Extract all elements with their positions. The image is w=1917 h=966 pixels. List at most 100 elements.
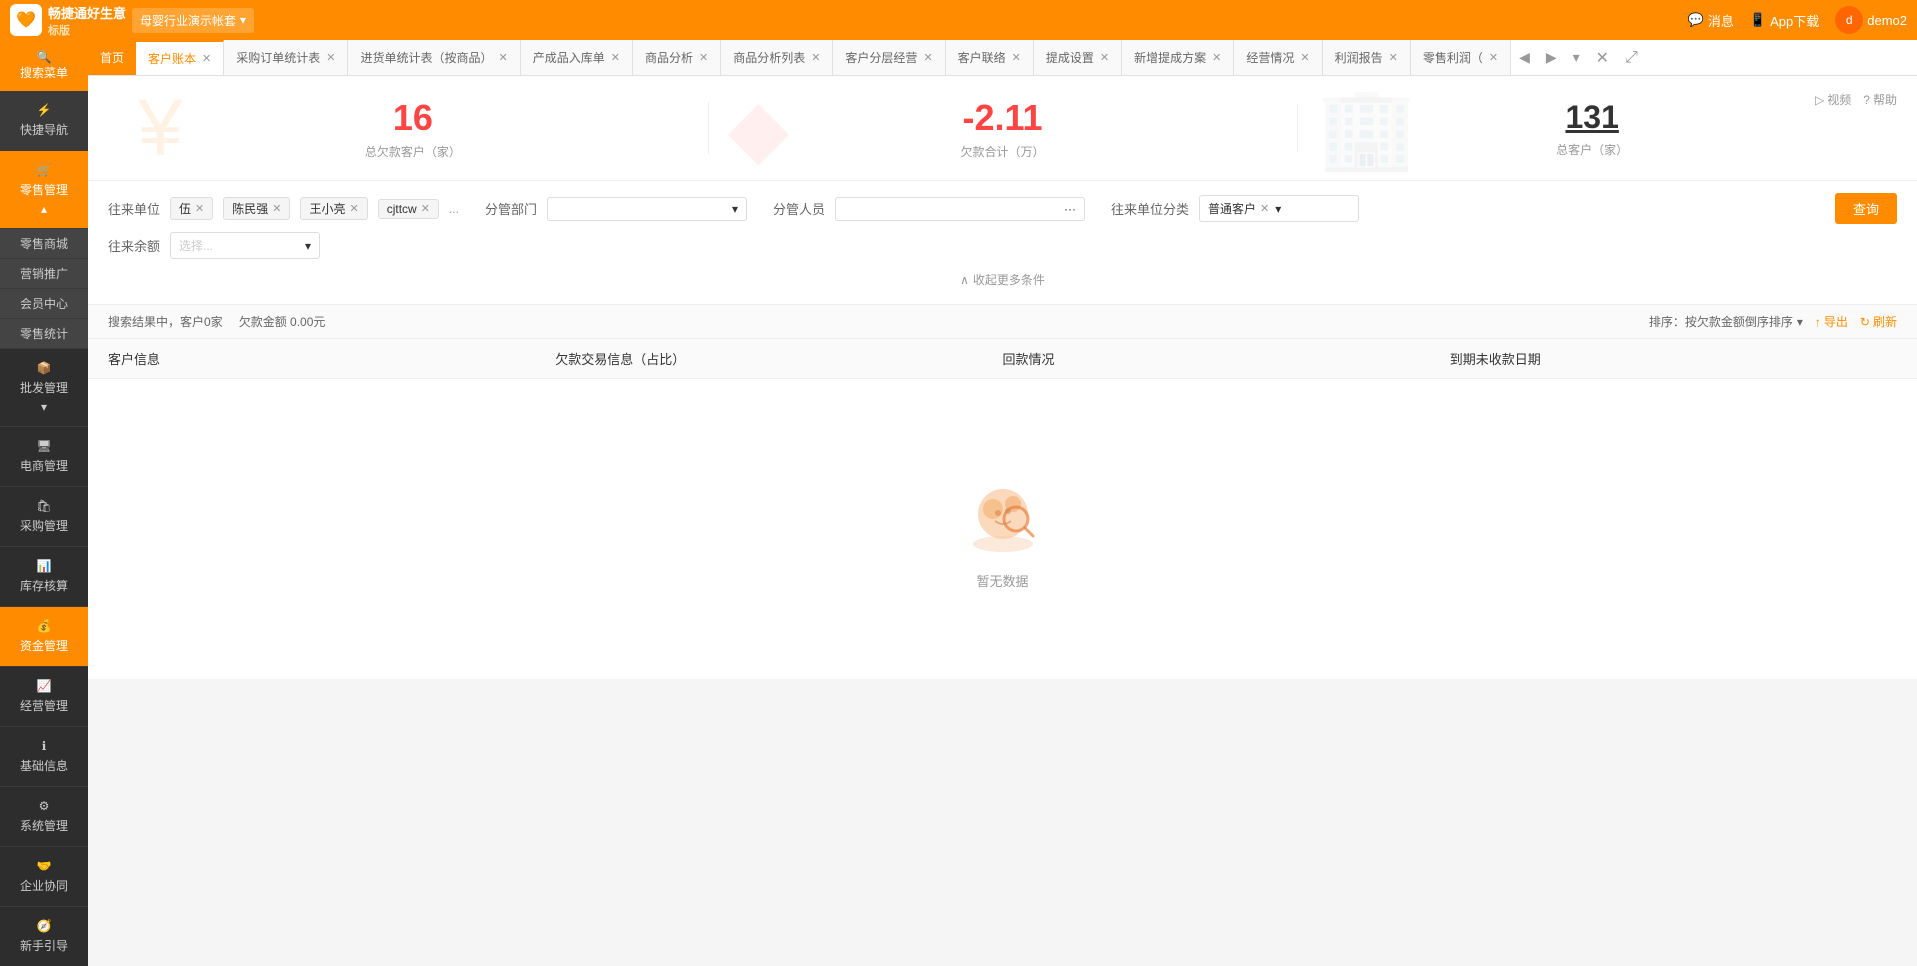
operation-icon: 📈 <box>37 679 52 693</box>
sidebar-item-quick-nav[interactable]: ⚡ 快捷导航 <box>0 91 88 151</box>
message-btn[interactable]: 💬 消息 <box>1688 11 1734 30</box>
tab-customer-segment[interactable]: 客户分层经营 ✕ <box>833 40 945 76</box>
person-filter-select[interactable]: ··· <box>835 197 1085 221</box>
tab-close-retail-profit[interactable]: ✕ <box>1489 51 1498 64</box>
tab-nav-right[interactable]: ▶ <box>1538 40 1565 76</box>
filter-panel: 往来单位 伍 ✕ 陈民强 ✕ 王小亮 ✕ <box>88 181 1917 305</box>
tab-expand[interactable]: ⤢ <box>1617 40 1646 76</box>
tab-close-customer-segment[interactable]: ✕ <box>923 51 932 64</box>
inventory-icon: 📊 <box>37 559 52 573</box>
refresh-button[interactable]: ↻ 刷新 <box>1860 313 1897 330</box>
filter-tag-unit-wang: 王小亮 ✕ <box>300 197 367 220</box>
more-tags-btn[interactable]: ... <box>449 202 459 216</box>
sidebar-item-newbie-guide[interactable]: 🧭 新手引导 <box>0 907 88 966</box>
tab-product-inbound[interactable]: 产成品入库单 ✕ <box>521 40 633 76</box>
search-result-count: 搜索结果中，客户0家 <box>108 313 223 330</box>
remove-tag-wang[interactable]: ✕ <box>350 202 359 215</box>
filter-tag-unit-chen: 陈民强 ✕ <box>223 197 290 220</box>
avatar: d <box>1835 6 1863 34</box>
arrow-icon: ▴ <box>41 202 47 216</box>
tab-customer-contact[interactable]: 客户联络 ✕ <box>946 40 1034 76</box>
dept-filter-select[interactable]: ▾ <box>547 197 747 221</box>
sidebar-item-sys-mgmt[interactable]: ⚙ 系统管理 <box>0 787 88 847</box>
tab-product-analysis[interactable]: 商品分析 ✕ <box>633 40 721 76</box>
app-download-btn[interactable]: 📱 App下载 <box>1750 11 1819 30</box>
sort-selector[interactable]: 排序：按欠款金额倒序排序 ▾ <box>1649 313 1803 330</box>
sidebar-item-retail-mgmt[interactable]: 🛒 零售管理 ▴ <box>0 151 88 229</box>
collapse-button[interactable]: ∧ 收起更多条件 <box>108 267 1897 292</box>
export-button[interactable]: ↑ 导出 <box>1815 313 1848 330</box>
tab-customer-cost[interactable]: 客户账本 ✕ <box>136 40 224 76</box>
tab-close-profit-report[interactable]: ✕ <box>1389 51 1398 64</box>
tab-close-inbound-stats[interactable]: ✕ <box>499 51 508 64</box>
tab-close-customer-cost[interactable]: ✕ <box>202 52 211 65</box>
sidebar-item-operation-mgmt[interactable]: 📈 经营管理 <box>0 667 88 727</box>
sidebar-item-marketing[interactable]: 营销推广 <box>0 259 88 289</box>
remove-tag-unit-type[interactable]: ✕ <box>1260 202 1269 215</box>
tab-nav-menu[interactable]: ▾ <box>1565 40 1588 76</box>
tab-bar: 首页 客户账本 ✕ 采购订单统计表 ✕ 进货单统计表（按商品） ✕ 产成品入库单… <box>88 40 1917 76</box>
remove-tag-chen[interactable]: ✕ <box>272 202 281 215</box>
user-avatar-btn[interactable]: d demo2 <box>1835 6 1907 34</box>
tab-close-new-promote-plan[interactable]: ✕ <box>1212 51 1221 64</box>
remove-tag-cjttcw[interactable]: ✕ <box>421 202 430 215</box>
col-header-repayment: 回款情况 <box>1003 349 1450 368</box>
account-dropdown[interactable]: 母婴行业演示帐套 ▾ <box>132 8 254 33</box>
tab-close-product-inbound[interactable]: ✕ <box>611 51 620 64</box>
tab-close-product-analysis-list[interactable]: ✕ <box>811 51 820 64</box>
tab-close-operation-status[interactable]: ✕ <box>1300 51 1309 64</box>
tab-inbound-stats[interactable]: 进货单统计表（按商品） ✕ <box>348 40 520 76</box>
result-bar: 搜索结果中，客户0家 欠款金额 0.00元 排序：按欠款金额倒序排序 ▾ ↑ 导… <box>88 305 1917 339</box>
sidebar-item-purchase-mgmt[interactable]: 🛍 采购管理 <box>0 487 88 547</box>
phone-icon: 📱 <box>1750 12 1766 28</box>
sidebar-item-retail-mall[interactable]: 零售商城 <box>0 229 88 259</box>
remain-filter-select[interactable]: 选择... ▾ <box>170 232 320 259</box>
tab-purchase-order-stats[interactable]: 采购订单统计表 ✕ <box>224 40 348 76</box>
col-header-customer-info: 客户信息 <box>108 349 555 368</box>
query-button[interactable]: 查询 <box>1835 193 1897 224</box>
sidebar-item-enterprise-collab[interactable]: 🤝 企业协同 <box>0 847 88 907</box>
tab-new-promote-plan[interactable]: 新增提成方案 ✕ <box>1122 40 1234 76</box>
filter-row-2: 往来余额 选择... ▾ <box>108 232 1897 259</box>
sort-label: 排序：按欠款金额倒序排序 <box>1649 313 1793 330</box>
remove-tag-wu[interactable]: ✕ <box>195 202 204 215</box>
tab-close-product-analysis[interactable]: ✕ <box>699 51 708 64</box>
logo-icon: 🧡 <box>10 4 42 36</box>
tab-close-promote-settings[interactable]: ✕ <box>1100 51 1109 64</box>
tab-close-purchase-order-stats[interactable]: ✕ <box>326 51 335 64</box>
unit-filter-label: 往来单位 <box>108 199 160 218</box>
tab-nav-left[interactable]: ◀ <box>1511 40 1538 76</box>
logo-text: 畅捷通好生意 <box>48 3 126 22</box>
stat-label-debt-customers: 总欠款客户（家） <box>118 143 708 160</box>
tab-home[interactable]: 首页 <box>88 40 136 76</box>
sidebar-item-wholesale-mgmt[interactable]: 📦 批发管理 ▾ <box>0 349 88 427</box>
remain-filter-label: 往来余额 <box>108 236 160 255</box>
chevron-up-icon: ∧ <box>960 273 969 287</box>
gear-icon: ⚙ <box>39 799 50 813</box>
result-actions: 排序：按欠款金额倒序排序 ▾ ↑ 导出 ↻ 刷新 <box>1649 313 1897 330</box>
filter-tag-unit-all: 伍 ✕ <box>170 197 213 220</box>
unit-type-filter-select[interactable]: 普通客户 ✕ ▾ <box>1199 195 1359 222</box>
tab-close-all[interactable]: ✕ <box>1588 40 1617 76</box>
tab-profit-report[interactable]: 利润报告 ✕ <box>1323 40 1411 76</box>
sidebar-item-member-center[interactable]: 会员中心 <box>0 289 88 319</box>
top-bar: 🧡 畅捷通好生意 标版 母婴行业演示帐套 ▾ 💬 消息 📱 App下载 d de… <box>0 0 1917 40</box>
retail-icon: 🛒 <box>37 163 52 177</box>
tab-product-analysis-list[interactable]: 商品分析列表 ✕ <box>721 40 833 76</box>
tab-close-customer-contact[interactable]: ✕ <box>1012 51 1021 64</box>
sidebar-search[interactable]: 🔍 搜索菜单 <box>0 40 88 91</box>
tab-retail-profit[interactable]: 零售利润（ ✕ <box>1411 40 1511 76</box>
result-info: 搜索结果中，客户0家 欠款金额 0.00元 <box>108 313 325 330</box>
logo-sub: 标版 <box>48 22 126 38</box>
search-icon: 🔍 <box>5 50 83 64</box>
filter-tag-unit-cjttcw: cjttcw ✕ <box>378 199 439 219</box>
tab-operation-status[interactable]: 经营情况 ✕ <box>1234 40 1322 76</box>
sidebar-item-retail-stats[interactable]: 零售统计 <box>0 319 88 349</box>
sidebar-item-capital-mgmt[interactable]: 💰 资金管理 <box>0 607 88 667</box>
tab-promote-settings[interactable]: 提成设置 ✕ <box>1034 40 1122 76</box>
ecom-icon: 🖥 <box>36 439 51 453</box>
sidebar-item-basic-info[interactable]: ℹ 基础信息 <box>0 727 88 787</box>
sidebar-item-ecom-mgmt[interactable]: 🖥 电商管理 <box>0 427 88 487</box>
sidebar-item-inventory[interactable]: 📊 库存核算 <box>0 547 88 607</box>
refresh-icon: ↻ <box>1860 315 1870 329</box>
